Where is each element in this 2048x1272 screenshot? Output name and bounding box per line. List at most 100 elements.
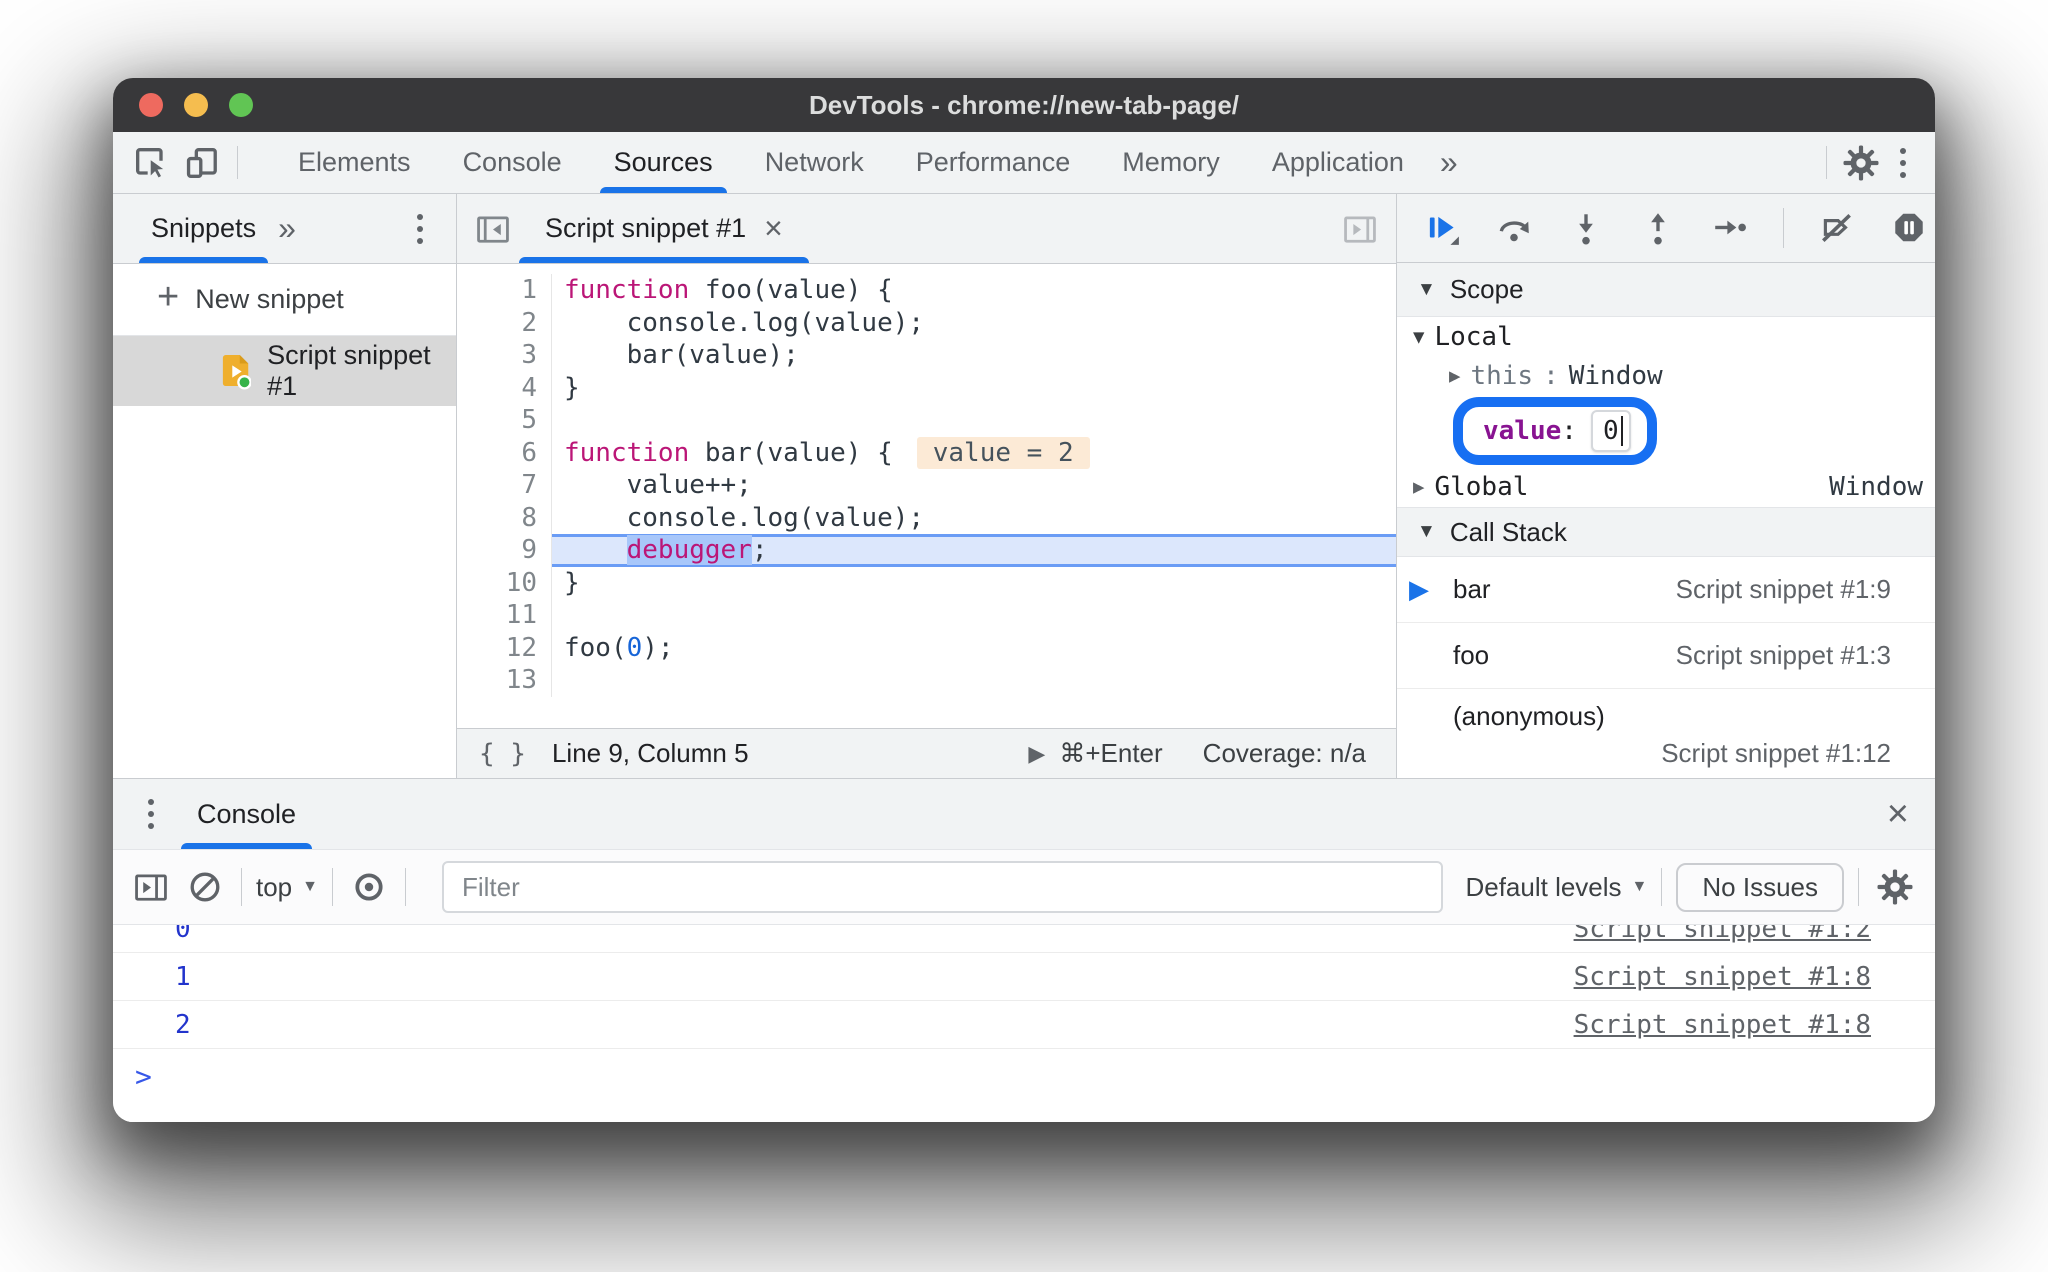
titlebar: DevTools - chrome://new-tab-page/ — [113, 78, 1935, 132]
tab-console[interactable]: Console — [181, 779, 313, 849]
debugger-toolbar — [1397, 194, 1935, 263]
hide-navigator-button[interactable] — [471, 209, 515, 249]
snippet-file-icon — [222, 355, 252, 390]
line-number[interactable]: 6 — [457, 436, 552, 469]
tab-snippets[interactable]: Snippets — [139, 194, 269, 263]
pretty-print-icon[interactable]: { } — [479, 739, 526, 769]
tab-performance[interactable]: Performance — [890, 132, 1097, 193]
tab-sources[interactable]: Sources — [588, 132, 739, 193]
drawer-menu-button[interactable] — [131, 799, 171, 829]
run-icon[interactable]: ▶ — [1028, 741, 1045, 767]
toggle-device-toolbar-button[interactable] — [181, 132, 225, 193]
close-window-button[interactable] — [139, 93, 163, 117]
scope-this-row[interactable]: ▶ this: Window — [1397, 357, 1935, 395]
no-issues-button[interactable]: No Issues — [1676, 862, 1844, 912]
line-number[interactable]: 1 — [457, 274, 552, 307]
line-number[interactable]: 12 — [457, 631, 552, 664]
line-number[interactable]: 11 — [457, 599, 552, 632]
scope-global-row[interactable]: ▶ Global Window — [1397, 467, 1935, 507]
inline-value-badge: value = 2 — [916, 436, 1090, 469]
code-editor[interactable]: 1 function foo(value) {2 console.log(valu… — [457, 264, 1396, 728]
close-tab-icon[interactable]: × — [764, 210, 783, 247]
code-token: foo( — [564, 632, 627, 663]
code-token: } — [564, 567, 580, 598]
line-number[interactable]: 4 — [457, 371, 552, 404]
plus-icon: + — [157, 276, 180, 318]
scope-local-row[interactable]: ▼ Local — [1397, 317, 1935, 357]
console-prompt[interactable]: > — [113, 1049, 1935, 1103]
snippet-name: Script snippet #1 — [267, 340, 431, 401]
log-levels-dropdown[interactable]: Default levels ▼ — [1465, 872, 1647, 903]
line-number[interactable]: 3 — [457, 339, 552, 372]
gear-icon — [1843, 145, 1879, 180]
more-tabs-button[interactable]: » — [1430, 132, 1468, 193]
code-line: 13 — [457, 664, 1396, 697]
console-message-source-link[interactable]: Script snippet #1:8 — [1574, 1010, 1871, 1040]
coverage-status: Coverage: n/a — [1202, 738, 1366, 768]
editor-tab-script-snippet[interactable]: Script snippet #1 × — [519, 194, 809, 263]
panel-tabs: Elements Console Sources Network Performance… — [250, 132, 1430, 193]
callstack-frame[interactable]: (anonymous) Script snippet #1:12 — [1397, 689, 1935, 778]
tab-memory[interactable]: Memory — [1096, 132, 1246, 193]
value-edit-input[interactable]: 0 — [1590, 410, 1631, 452]
callstack-list: ▶ bar Script snippet #1:9 foo Script snippet… — [1397, 557, 1935, 778]
context-selector[interactable]: top ▼ — [256, 872, 318, 903]
more-navigator-tabs-button[interactable]: » — [268, 210, 306, 247]
line-number[interactable]: 8 — [457, 501, 552, 534]
tab-console[interactable]: Console — [437, 132, 588, 193]
editor-pane: Script snippet #1 × 1 function foo(value)… — [457, 194, 1397, 778]
console-toolbar-divider — [332, 868, 333, 906]
chevron-down-icon: ▼ — [1631, 878, 1648, 895]
scope-pane: ▼ Local ▶ this: Window value : 0 ▶ Globa… — [1397, 317, 1935, 507]
callstack-frame[interactable]: ▶ bar Script snippet #1:9 — [1397, 557, 1935, 623]
create-live-expression-button[interactable] — [347, 867, 391, 907]
panel-expand-right-icon — [1344, 216, 1376, 243]
show-debugger-sidebar-button[interactable] — [1338, 209, 1382, 249]
line-number[interactable]: 2 — [457, 306, 552, 339]
code-token: } — [564, 372, 580, 403]
step-into-icon[interactable] — [1567, 209, 1605, 247]
line-number[interactable]: 9 — [457, 534, 552, 567]
callstack-frame[interactable]: foo Script snippet #1:3 — [1397, 623, 1935, 689]
new-snippet-button[interactable]: + New snippet — [113, 264, 456, 336]
snippet-list-item[interactable]: Script snippet #1 — [113, 336, 456, 406]
step-out-icon[interactable] — [1639, 209, 1677, 247]
zoom-window-button[interactable] — [229, 93, 253, 117]
line-number[interactable]: 7 — [457, 469, 552, 502]
pause-on-exceptions-icon[interactable] — [1890, 209, 1928, 247]
line-number[interactable]: 13 — [457, 664, 552, 697]
minimize-window-button[interactable] — [184, 93, 208, 117]
collapse-triangle-icon: ▼ — [1413, 326, 1425, 348]
navigator-sidebar: Snippets » + New snippet Script snippet — [113, 194, 457, 778]
tab-network[interactable]: Network — [739, 132, 890, 193]
console-toolbar-divider — [1858, 868, 1859, 906]
resume-script-icon[interactable] — [1423, 209, 1461, 247]
console-settings-button[interactable] — [1873, 866, 1917, 908]
scope-section-header[interactable]: ▼ Scope — [1397, 263, 1935, 317]
inspect-element-button[interactable] — [129, 132, 173, 193]
close-drawer-icon[interactable]: × — [1887, 793, 1909, 836]
devtools-body: Snippets » + New snippet Script snippet — [113, 194, 1935, 1122]
tab-application[interactable]: Application — [1246, 132, 1430, 193]
debugger-keyword: debugger — [626, 535, 752, 565]
gear-icon — [1877, 869, 1913, 905]
line-number[interactable]: 5 — [457, 404, 552, 437]
tab-elements[interactable]: Elements — [272, 132, 437, 193]
show-console-sidebar-button[interactable] — [129, 867, 173, 907]
step-icon[interactable] — [1711, 209, 1749, 247]
log-levels-label: Default levels — [1465, 871, 1622, 902]
settings-button[interactable] — [1839, 132, 1883, 193]
console-message-source-link[interactable]: Script snippet #1:8 — [1574, 962, 1871, 992]
step-over-icon[interactable] — [1495, 209, 1533, 247]
deactivate-breakpoints-icon[interactable] — [1818, 209, 1856, 247]
clear-console-button[interactable] — [183, 867, 227, 907]
main-menu-button[interactable] — [1883, 132, 1923, 193]
console-message-source-link[interactable]: Script snippet #1:2 — [1574, 925, 1871, 944]
snippet-running-badge — [237, 374, 252, 390]
line-number[interactable]: 10 — [457, 566, 552, 599]
filter-input[interactable] — [442, 861, 1444, 913]
callstack-section-header[interactable]: ▼ Call Stack — [1397, 507, 1935, 557]
navigator-menu-button[interactable] — [400, 213, 440, 244]
